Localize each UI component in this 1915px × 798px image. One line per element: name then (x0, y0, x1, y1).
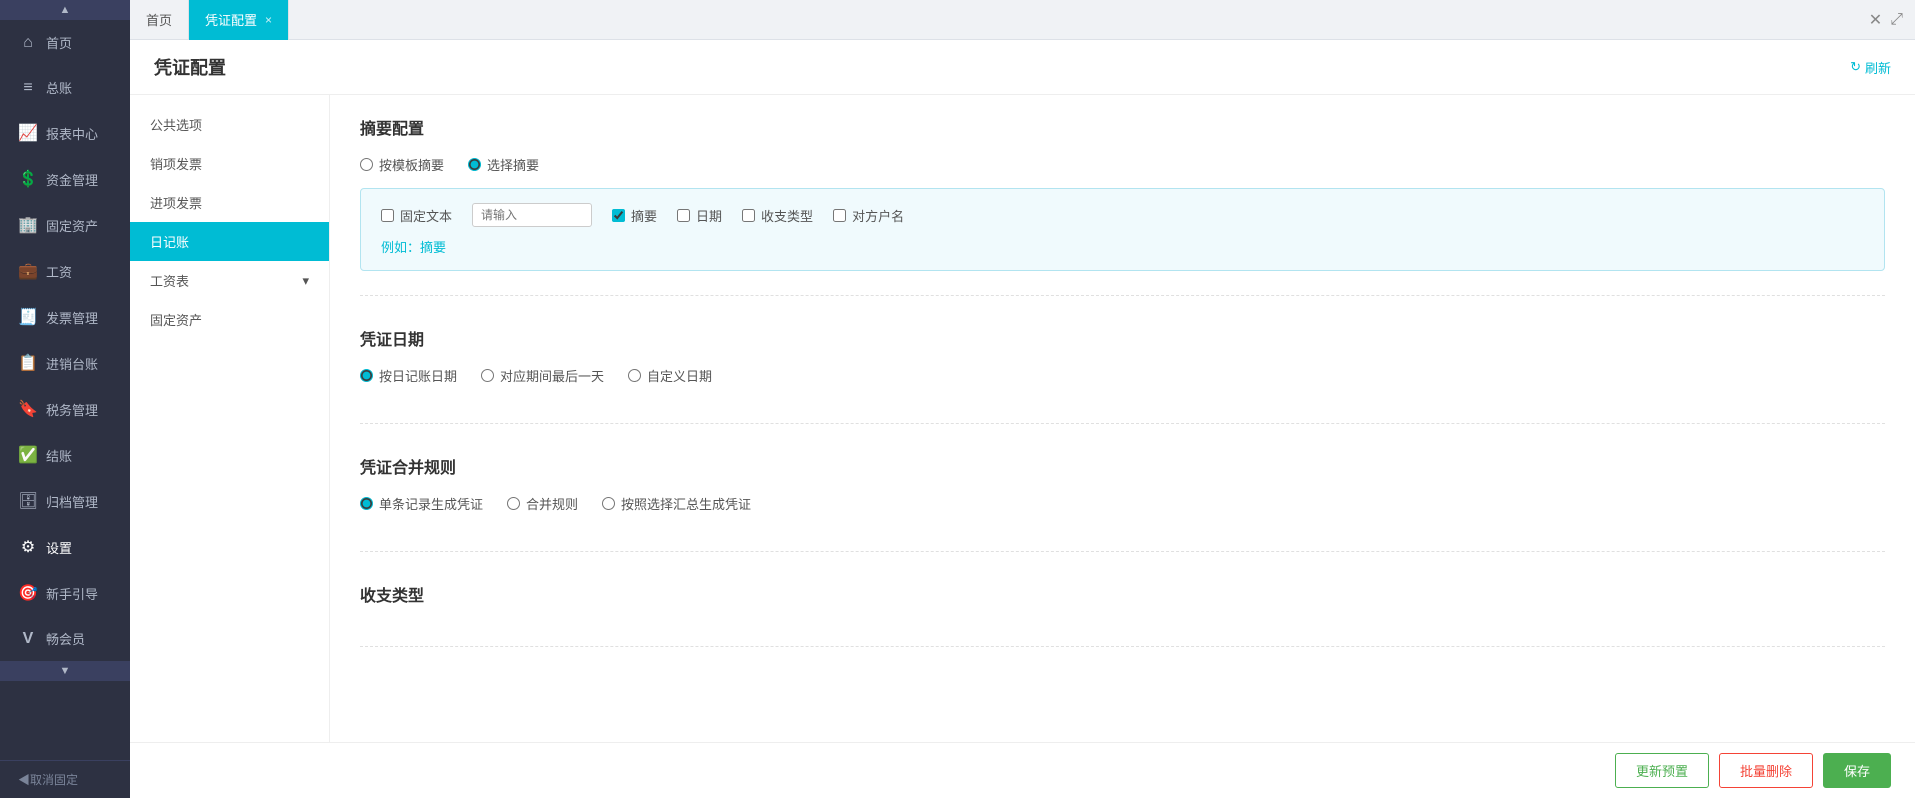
update-preview-button[interactable]: 更新预置 (1615, 753, 1709, 788)
refresh-button[interactable]: ↻ 刷新 (1850, 58, 1891, 77)
income-type-title: 收支类型 (360, 582, 1885, 606)
nav-purchase-invoice[interactable]: 进项发票 (130, 183, 329, 222)
settings-icon: ⚙ (18, 537, 38, 557)
checkbox-fixed-text-input[interactable] (381, 209, 394, 222)
page-header: 凭证配置 ↻ 刷新 (130, 40, 1915, 95)
sidebar-item-sales[interactable]: 📋 进销台账 (0, 340, 130, 386)
sidebar-item-member[interactable]: V 畅会员 (0, 616, 130, 661)
sidebar-item-settle[interactable]: ✅ 结账 (0, 432, 130, 478)
guide-icon: 🎯 (18, 583, 38, 603)
sidebar-item-fixed[interactable]: 🏢 固定资产 (0, 202, 130, 248)
sidebar-item-funds[interactable]: 💲 资金管理 (0, 156, 130, 202)
sidebar-item-tax[interactable]: 🔖 税务管理 (0, 386, 130, 432)
summary-section: 摘要配置 按模板摘要 选择摘要 固定文本 (360, 115, 1885, 296)
summary-radio-group: 按模板摘要 选择摘要 (360, 155, 1885, 174)
nav-journal[interactable]: 日记账 (130, 222, 329, 261)
nav-payroll[interactable]: 工资表 ▾ (130, 261, 329, 300)
bottom-bar: 更新预置 批量删除 保存 (130, 742, 1915, 798)
batch-delete-button[interactable]: 批量删除 (1719, 753, 1813, 788)
checkbox-summary[interactable]: 摘要 (612, 206, 657, 225)
tab-home[interactable]: 首页 (130, 0, 189, 40)
checkbox-date-input[interactable] (677, 209, 690, 222)
voucher-date-radio-group: 按日记账日期 对应期间最后一天 自定义日期 (360, 366, 1885, 385)
radio-merge[interactable]: 合并规则 (507, 494, 578, 513)
summary-options: 固定文本 摘要 日期 收支类型 (381, 203, 1864, 227)
radio-select-input[interactable] (468, 158, 481, 171)
sidebar: ▲ ⌂ 首页 ≡ 总账 📈 报表中心 💲 资金管理 🏢 固定资产 💼 工资 🧾 … (0, 0, 130, 798)
voucher-date-title: 凭证日期 (360, 326, 1885, 350)
radio-template-input[interactable] (360, 158, 373, 171)
tab-bar: 首页 凭证配置 × ✕ ⤢ (130, 0, 1915, 40)
archive-icon: 🗄 (18, 491, 38, 511)
summary-example: 例如：摘要 (381, 237, 1864, 256)
fixed-icon: 🏢 (18, 215, 38, 235)
merge-rules-radio-group: 单条记录生成凭证 合并规则 按照选择汇总生成凭证 (360, 494, 1885, 513)
checkbox-counterparty-input[interactable] (833, 209, 846, 222)
sidebar-item-settings[interactable]: ⚙ 设置 (0, 524, 130, 570)
radio-single[interactable]: 单条记录生成凭证 (360, 494, 483, 513)
salary-icon: 💼 (18, 261, 38, 281)
radio-template[interactable]: 按模板摘要 (360, 155, 444, 174)
main-area: 首页 凭证配置 × ✕ ⤢ 凭证配置 ↻ 刷新 公共选项 销项发票 进 (130, 0, 1915, 798)
tax-icon: 🔖 (18, 399, 38, 419)
report-icon: 📈 (18, 123, 38, 143)
page-title: 凭证配置 (154, 54, 226, 80)
sidebar-item-salary[interactable]: 💼 工资 (0, 248, 130, 294)
radio-merge-input[interactable] (507, 497, 520, 510)
home-icon: ⌂ (18, 34, 38, 52)
ledger-icon: ≡ (18, 79, 38, 97)
nav-sales-invoice[interactable]: 销项发票 (130, 144, 329, 183)
sidebar-item-invoice[interactable]: 🧾 发票管理 (0, 294, 130, 340)
radio-custom-date[interactable]: 自定义日期 (628, 366, 712, 385)
sidebar-item-ledger[interactable]: ≡ 总账 (0, 65, 130, 110)
radio-period-last[interactable]: 对应期间最后一天 (481, 366, 604, 385)
radio-select[interactable]: 选择摘要 (468, 155, 539, 174)
left-nav: 公共选项 销项发票 进项发票 日记账 工资表 ▾ 固定资产 (130, 95, 330, 742)
sidebar-item-home[interactable]: ⌂ 首页 (0, 20, 130, 65)
income-type-section: 收支类型 (360, 582, 1885, 647)
summary-title: 摘要配置 (360, 115, 1885, 139)
content-layout: 公共选项 销项发票 进项发票 日记账 工资表 ▾ 固定资产 摘要配置 (130, 95, 1915, 742)
sidebar-item-archive[interactable]: 🗄 归档管理 (0, 478, 130, 524)
cancel-fixed-button[interactable]: ◀取消固定 (0, 760, 130, 798)
tab-voucher-config[interactable]: 凭证配置 × (189, 0, 289, 40)
checkbox-income-type[interactable]: 收支类型 (742, 206, 813, 225)
expand-window-icon[interactable]: ⤢ (1890, 11, 1903, 29)
checkbox-income-type-input[interactable] (742, 209, 755, 222)
radio-journal-date-input[interactable] (360, 369, 373, 382)
radio-select-merge-input[interactable] (602, 497, 615, 510)
invoice-icon: 🧾 (18, 307, 38, 327)
radio-period-last-input[interactable] (481, 369, 494, 382)
funds-icon: 💲 (18, 169, 38, 189)
sidebar-scroll-up[interactable]: ▲ (0, 0, 130, 20)
payroll-expand-icon: ▾ (302, 273, 309, 289)
radio-select-merge[interactable]: 按照选择汇总生成凭证 (602, 494, 751, 513)
summary-config-box: 固定文本 摘要 日期 收支类型 (360, 188, 1885, 271)
sidebar-scroll-down[interactable]: ▼ (0, 661, 130, 681)
settle-icon: ✅ (18, 445, 38, 465)
window-buttons: ✕ ⤢ (1869, 10, 1915, 30)
radio-journal-date[interactable]: 按日记账日期 (360, 366, 457, 385)
voucher-date-section: 凭证日期 按日记账日期 对应期间最后一天 自定义日期 (360, 326, 1885, 424)
close-window-icon[interactable]: ✕ (1869, 10, 1882, 30)
fixed-text-input[interactable] (472, 203, 592, 227)
nav-public[interactable]: 公共选项 (130, 105, 329, 144)
member-icon: V (18, 630, 38, 648)
radio-custom-date-input[interactable] (628, 369, 641, 382)
nav-fixed-assets[interactable]: 固定资产 (130, 300, 329, 339)
checkbox-summary-input[interactable] (612, 209, 625, 222)
sales-icon: 📋 (18, 353, 38, 373)
merge-rules-section: 凭证合并规则 单条记录生成凭证 合并规则 按照选择汇总生成凭证 (360, 454, 1885, 552)
checkbox-fixed-text[interactable]: 固定文本 (381, 206, 452, 225)
checkbox-counterparty[interactable]: 对方户名 (833, 206, 904, 225)
right-content: 摘要配置 按模板摘要 选择摘要 固定文本 (330, 95, 1915, 742)
sidebar-item-report[interactable]: 📈 报表中心 (0, 110, 130, 156)
save-button[interactable]: 保存 (1823, 753, 1891, 788)
refresh-icon: ↻ (1850, 59, 1861, 75)
radio-single-input[interactable] (360, 497, 373, 510)
merge-rules-title: 凭证合并规则 (360, 454, 1885, 478)
close-tab-icon[interactable]: × (265, 13, 272, 27)
checkbox-date[interactable]: 日期 (677, 206, 722, 225)
sidebar-item-guide[interactable]: 🎯 新手引导 (0, 570, 130, 616)
